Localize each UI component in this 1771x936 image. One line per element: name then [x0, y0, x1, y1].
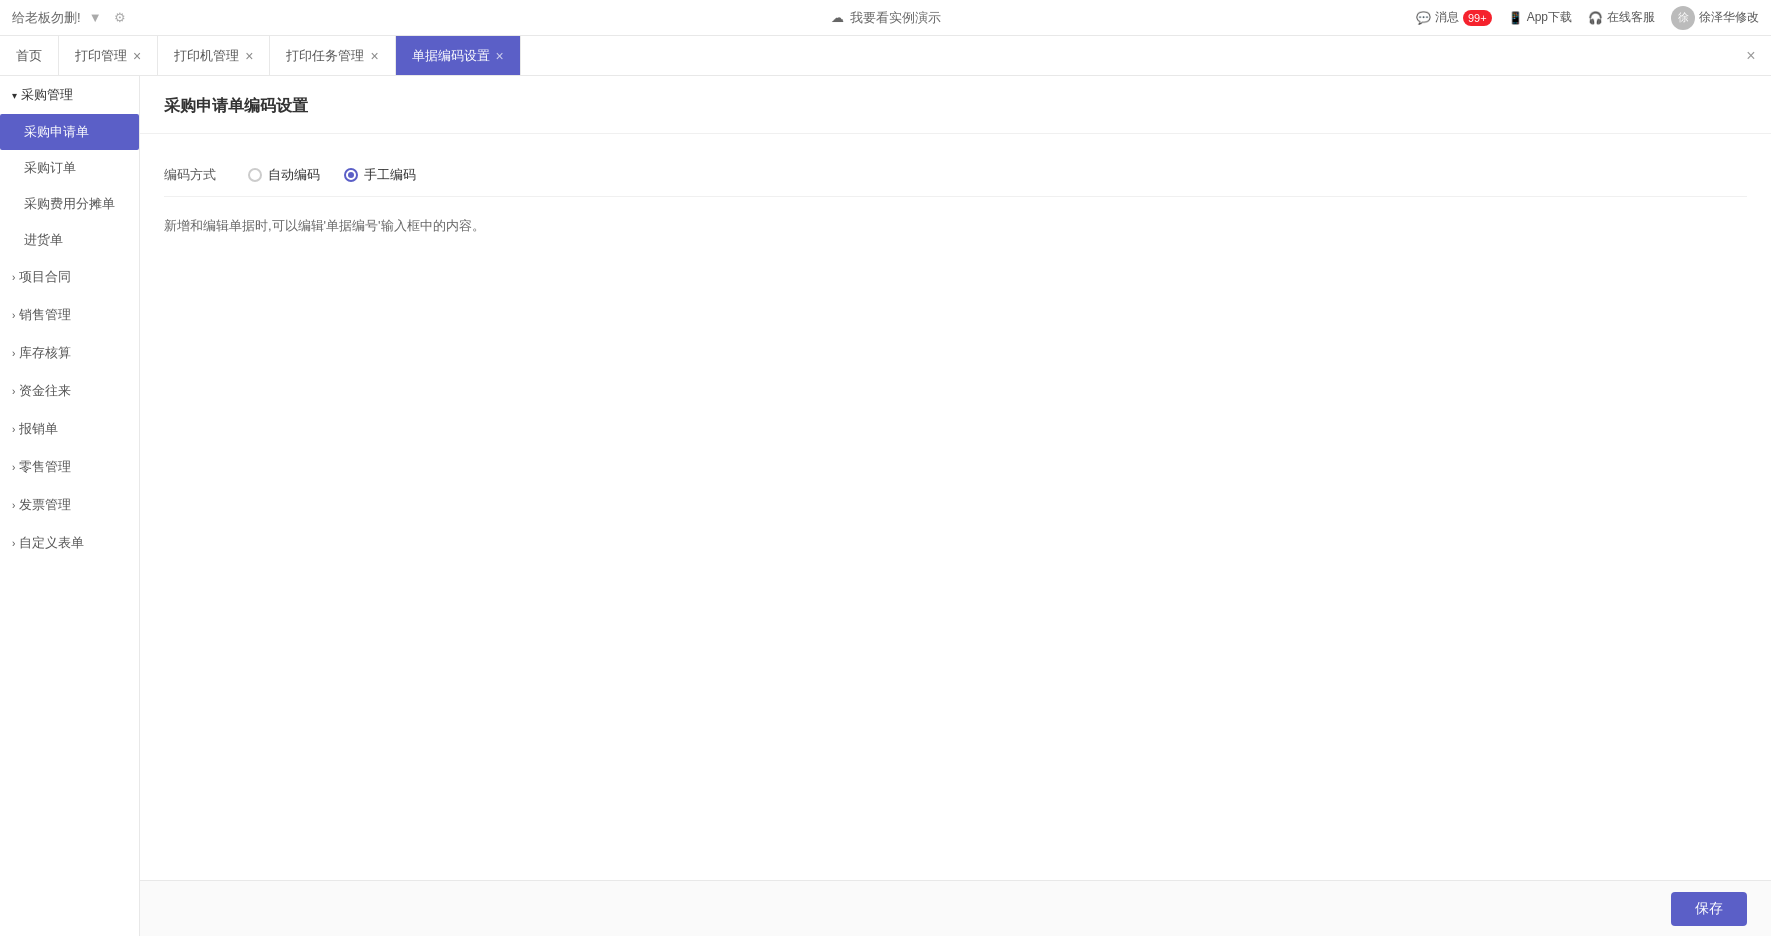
radio-manual-label: 手工编码 [364, 166, 416, 184]
tab-printer-management[interactable]: 打印机管理 × [158, 36, 270, 75]
sales-arrow-icon: › [12, 310, 15, 321]
sidebar-group-procurement-title[interactable]: ▾ 采购管理 [0, 76, 139, 114]
messages-badge: 99+ [1463, 10, 1492, 26]
content-header: 采购申请单编码设置 [140, 76, 1771, 134]
user-profile-button[interactable]: 徐 徐泽华修改 [1671, 6, 1759, 30]
messages-button[interactable]: 💬 消息 99+ [1416, 9, 1492, 26]
content-body: 编码方式 自动编码 手工编码 新增和编辑单据时,可以编辑'单据编号'输入框中的内… [140, 134, 1771, 880]
top-bar-center-text[interactable]: 我要看实例演示 [850, 9, 941, 27]
avatar: 徐 [1671, 6, 1695, 30]
sidebar-item-project-contract[interactable]: › 项目合同 [0, 258, 139, 296]
sidebar: ▾ 采购管理 采购申请单 采购订单 采购费用分摊单 进货单 › 项目合同 › 销… [0, 76, 140, 936]
message-icon: 💬 [1416, 11, 1431, 25]
encoding-mode-row: 编码方式 自动编码 手工编码 [164, 154, 1747, 197]
sidebar-group-procurement-label: 采购管理 [21, 86, 73, 104]
project-contract-arrow-icon: › [12, 272, 15, 283]
tab-home[interactable]: 首页 [0, 36, 59, 75]
content-footer: 保存 [140, 880, 1771, 936]
sidebar-item-returns[interactable]: › 报销单 [0, 410, 139, 448]
sidebar-item-sales[interactable]: › 销售管理 [0, 296, 139, 334]
top-bar-right: 💬 消息 99+ 📱 App下载 🎧 在线客服 徐 徐泽华修改 [1416, 6, 1759, 30]
sidebar-item-stock-in[interactable]: 进货单 [0, 222, 139, 258]
top-bar-center: ☁ 我要看实例演示 [831, 9, 941, 27]
messages-label: 消息 [1435, 9, 1459, 26]
top-bar-logo-text: 给老板勿删! [12, 9, 81, 27]
radio-auto-label: 自动编码 [268, 166, 320, 184]
service-icon: 🎧 [1588, 11, 1603, 25]
tab-single-code-label: 单据编码设置 [412, 47, 490, 65]
user-name-label: 徐泽华修改 [1699, 9, 1759, 26]
app-download-button[interactable]: 📱 App下载 [1508, 9, 1572, 26]
tab-bar: 首页 打印管理 × 打印机管理 × 打印任务管理 × 单据编码设置 × × [0, 36, 1771, 76]
tab-single-code-close[interactable]: × [496, 48, 504, 64]
radio-auto-encoding[interactable]: 自动编码 [248, 166, 320, 184]
content-area: 采购申请单编码设置 编码方式 自动编码 手工编码 新增和编辑单据时,可以编辑'单… [140, 76, 1771, 936]
retail-arrow-icon: › [12, 462, 15, 473]
cloud-icon: ☁ [831, 10, 844, 25]
returns-arrow-icon: › [12, 424, 15, 435]
tab-print-management[interactable]: 打印管理 × [59, 36, 158, 75]
invoice-arrow-icon: › [12, 500, 15, 511]
tab-print-task-management[interactable]: 打印任务管理 × [270, 36, 395, 75]
sidebar-item-purchase-order[interactable]: 采购订单 [0, 150, 139, 186]
inventory-arrow-icon: › [12, 348, 15, 359]
encoding-mode-label: 编码方式 [164, 166, 224, 184]
tab-print-management-label: 打印管理 [75, 47, 127, 65]
sidebar-item-retail[interactable]: › 零售管理 [0, 448, 139, 486]
sidebar-item-invoice[interactable]: › 发票管理 [0, 486, 139, 524]
tab-home-label: 首页 [16, 47, 42, 65]
tab-print-management-close[interactable]: × [133, 48, 141, 64]
sidebar-item-custom-forms[interactable]: › 自定义表单 [0, 524, 139, 562]
tab-print-task-label: 打印任务管理 [286, 47, 364, 65]
top-bar: 给老板勿删! ▼ ⚙ ☁ 我要看实例演示 💬 消息 99+ 📱 App下载 🎧 … [0, 0, 1771, 36]
save-button[interactable]: 保存 [1671, 892, 1747, 926]
main-layout: ▾ 采购管理 采购申请单 采购订单 采购费用分摊单 进货单 › 项目合同 › 销… [0, 76, 1771, 936]
page-title: 采购申请单编码设置 [164, 97, 308, 114]
radio-auto-circle[interactable] [248, 168, 262, 182]
radio-manual-circle[interactable] [344, 168, 358, 182]
settings-icon[interactable]: ⚙ [114, 10, 126, 25]
radio-manual-encoding[interactable]: 手工编码 [344, 166, 416, 184]
tab-single-code-setting[interactable]: 单据编码设置 × [396, 36, 521, 75]
funds-arrow-icon: › [12, 386, 15, 397]
procurement-arrow-icon: ▾ [12, 90, 17, 101]
tab-printer-management-close[interactable]: × [245, 48, 253, 64]
sidebar-item-purchase-request[interactable]: 采购申请单 [0, 114, 139, 150]
sidebar-item-purchase-expense[interactable]: 采购费用分摊单 [0, 186, 139, 222]
sidebar-group-procurement: ▾ 采购管理 采购申请单 采购订单 采购费用分摊单 进货单 [0, 76, 139, 258]
download-icon: 📱 [1508, 11, 1523, 25]
top-bar-left: 给老板勿删! ▼ ⚙ [12, 9, 126, 27]
custom-forms-arrow-icon: › [12, 538, 15, 549]
dropdown-icon[interactable]: ▼ [89, 10, 102, 25]
app-download-label: App下载 [1527, 9, 1572, 26]
tab-close-all-button[interactable]: × [1731, 36, 1771, 76]
online-service-label: 在线客服 [1607, 9, 1655, 26]
sidebar-item-funds[interactable]: › 资金往来 [0, 372, 139, 410]
online-service-button[interactable]: 🎧 在线客服 [1588, 9, 1655, 26]
tab-print-task-close[interactable]: × [370, 48, 378, 64]
tab-printer-management-label: 打印机管理 [174, 47, 239, 65]
hint-text: 新增和编辑单据时,可以编辑'单据编号'输入框中的内容。 [164, 217, 1747, 235]
sidebar-item-inventory[interactable]: › 库存核算 [0, 334, 139, 372]
